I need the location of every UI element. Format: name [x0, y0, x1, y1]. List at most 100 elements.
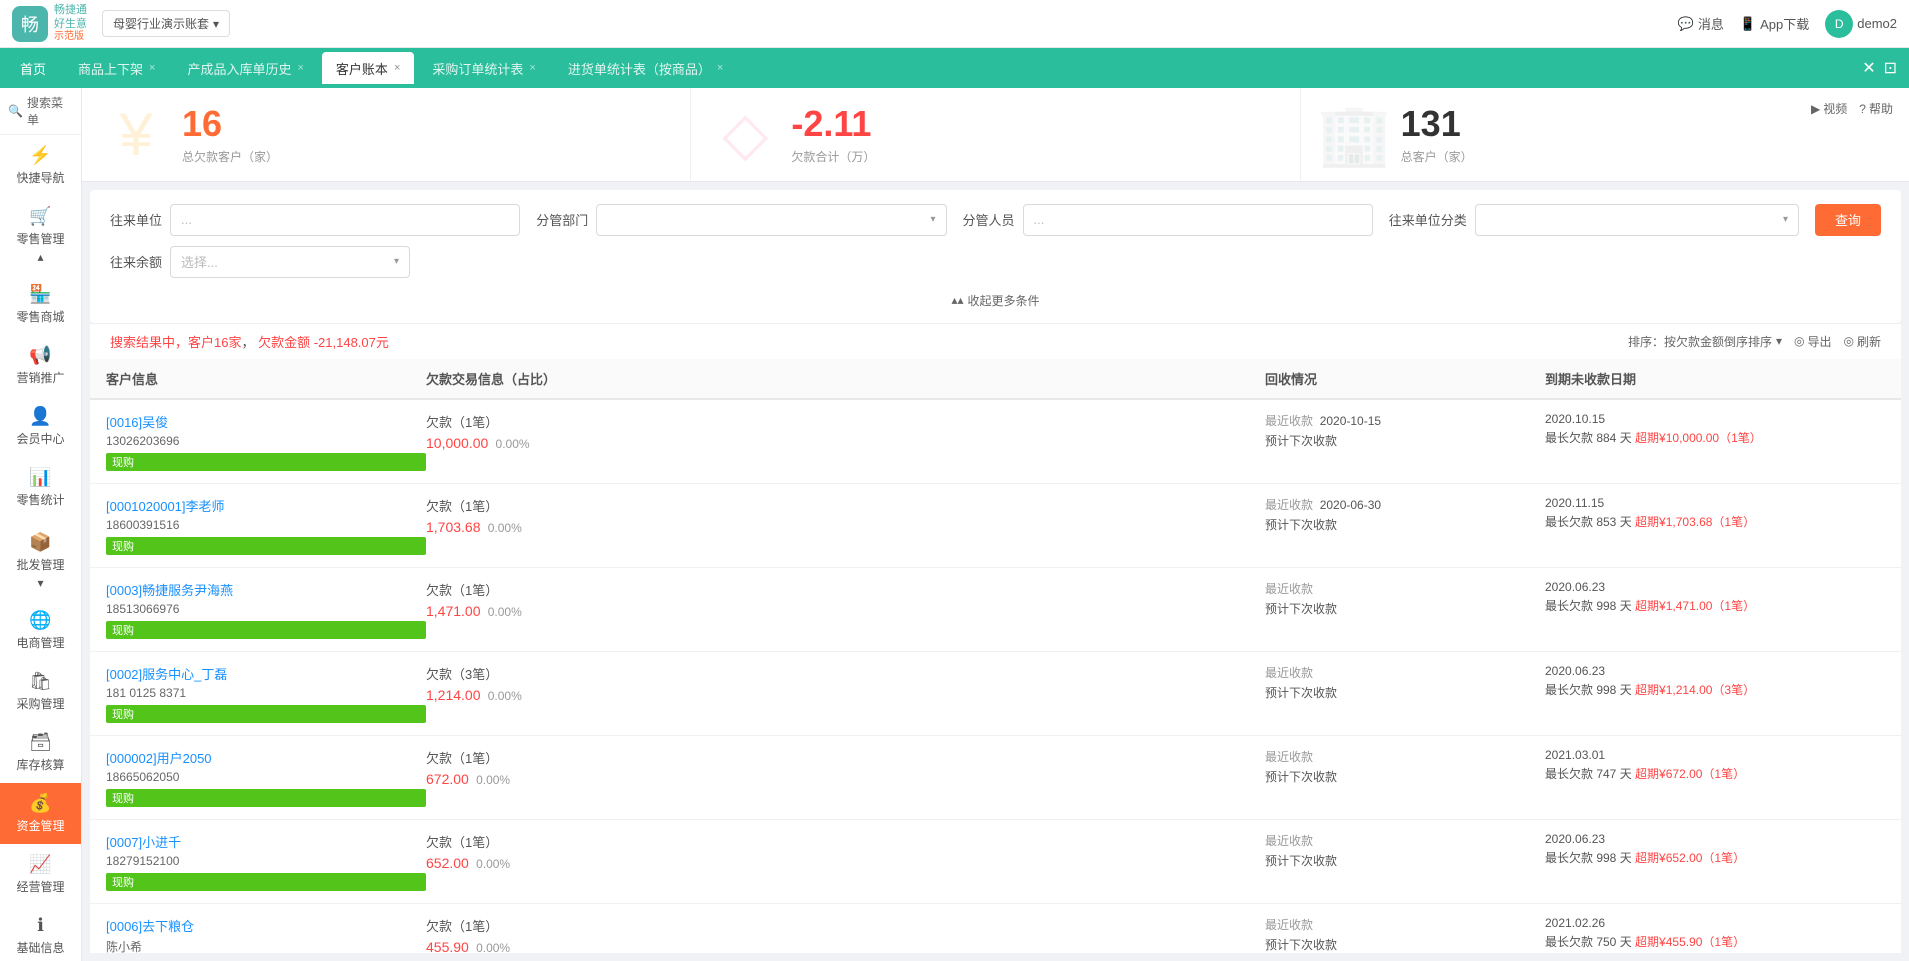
overdue-link[interactable]: 超期¥455.90（1笔） — [1635, 935, 1745, 949]
tab-product-history[interactable]: 产成品入库单历史 × — [173, 52, 317, 84]
customer-phone: 18600391516 — [106, 518, 426, 532]
customer-tag: 现购 — [106, 621, 426, 639]
sidebar-item-inventory[interactable]: 🗃 库存核算 — [0, 722, 81, 783]
stat-icon-diamond: ◇ — [715, 104, 775, 164]
customer-name-link[interactable]: [0007]小进千 — [106, 832, 426, 851]
sidebar-item-purchase-mgmt[interactable]: 🛍 采购管理 — [0, 661, 81, 722]
stat-label-debtors: 总欠款客户（家） — [182, 148, 278, 165]
sidebar-item-operations[interactable]: 📈 经营管理 — [0, 844, 81, 905]
close-icon[interactable]: × — [149, 62, 155, 74]
stat-card-total-debt: ◇ -2.11 欠款合计（万） — [691, 88, 1300, 181]
customer-tag: 现购 — [106, 873, 426, 891]
close-icon[interactable]: × — [297, 62, 303, 74]
video-button[interactable]: ▶ 视频 — [1811, 100, 1847, 117]
window-restore-button[interactable]: ✕ — [1862, 58, 1875, 78]
debt-count: 欠款（1笔） — [426, 412, 1265, 431]
refresh-button[interactable]: ◎ 刷新 — [1844, 333, 1882, 350]
chevron-down-icon: ▾ — [394, 256, 399, 267]
finance-icon: 💰 — [29, 793, 51, 814]
marketing-icon: 📢 — [29, 345, 51, 366]
retail-stats-icon: 📊 — [29, 467, 51, 488]
overdue-link[interactable]: 超期¥1,471.00（1笔） — [1635, 599, 1755, 613]
chevron-down-icon: ▾ — [213, 17, 219, 31]
debt-amount: 10,000.00 — [426, 435, 488, 451]
customer-phone: 18279152100 — [106, 854, 426, 868]
overdue-link[interactable]: 超期¥1,214.00（3笔） — [1635, 683, 1755, 697]
sidebar-item-marketing[interactable]: 📢 营销推广 — [0, 335, 81, 396]
debt-amount: 1,703.68 — [426, 519, 481, 535]
search-button[interactable]: 查询 — [1815, 204, 1881, 236]
customer-name-link[interactable]: [0003]畅捷服务尹海燕 — [106, 580, 426, 599]
help-icon: ? — [1859, 102, 1866, 116]
tab-purchase-stats[interactable]: 进货单统计表（按商品） × — [554, 52, 737, 84]
tab-purchase-order[interactable]: 采购订单统计表 × — [418, 52, 549, 84]
table-row: [0002]服务中心_丁磊 181 0125 8371 现购 欠款（3笔） 1,… — [90, 652, 1901, 736]
search-icon: 🔍 — [8, 104, 23, 118]
industry-selector[interactable]: 母婴行业演示账套 ▾ — [102, 10, 230, 37]
customer-info-cell: [0006]去下粮仓 陈小希 现购 — [106, 916, 426, 953]
unit-category-select[interactable]: ▾ — [1475, 204, 1799, 236]
debt-count: 欠款（1笔） — [426, 916, 1265, 935]
close-icon[interactable]: × — [529, 62, 535, 74]
sidebar-item-quick-nav[interactable]: ⚡ 快捷导航 — [0, 135, 81, 196]
sidebar-item-member-center[interactable]: 👤 会员中心 — [0, 396, 81, 457]
sort-button[interactable]: 排序：按欠款金额倒序排序 ▾ — [1628, 333, 1782, 350]
user-avatar[interactable]: D demo2 — [1825, 10, 1897, 38]
debt-amount: 1,214.00 — [426, 687, 481, 703]
customer-name-link[interactable]: [0016]吴俊 — [106, 412, 426, 431]
customer-phone: 18665062050 — [106, 770, 426, 784]
sidebar-item-retail-stats[interactable]: 📊 零售统计 — [0, 457, 81, 518]
collection-cell: 最近收款 预计下次收款 — [1265, 580, 1545, 617]
logo-area: 畅 畅捷通好生意 示范版 — [12, 4, 94, 42]
overdue-link[interactable]: 超期¥10,000.00（1笔） — [1635, 431, 1762, 445]
customer-info-cell: [0007]小进千 18279152100 现购 — [106, 832, 426, 891]
dept-select[interactable]: ▾ — [596, 204, 946, 236]
customer-unit-input[interactable]: ... — [170, 204, 520, 236]
window-maximize-button[interactable]: ⊡ — [1884, 58, 1897, 78]
overdue-link[interactable]: 超期¥652.00（1笔） — [1635, 851, 1745, 865]
customer-name-link[interactable]: [000002]用户2050 — [106, 748, 426, 767]
customer-info-cell: [0002]服务中心_丁磊 181 0125 8371 现购 — [106, 664, 426, 723]
sidebar-item-ecommerce[interactable]: 🌐 电商管理 — [0, 600, 81, 661]
debt-percent: 0.00% — [476, 941, 510, 953]
stat-number-total-customers: 131 — [1401, 104, 1473, 144]
avatar: D — [1825, 10, 1853, 38]
customer-tag: 现购 — [106, 537, 426, 555]
customer-name-link[interactable]: [0002]服务中心_丁磊 — [106, 664, 426, 683]
debt-percent: 0.00% — [476, 773, 510, 787]
close-icon[interactable]: × — [717, 62, 723, 74]
overdue-link[interactable]: 超期¥672.00（1笔） — [1635, 767, 1745, 781]
tab-home[interactable]: 首页 — [6, 52, 60, 84]
help-button[interactable]: ? 帮助 — [1859, 100, 1893, 117]
customer-name-link[interactable]: [0001020001]李老师 — [106, 496, 426, 515]
sidebar-item-basic-info[interactable]: ℹ 基础信息 — [0, 905, 81, 961]
app-download-button[interactable]: 📱 App下载 — [1740, 14, 1809, 33]
sidebar-item-wholesale-mgmt[interactable]: 📦 批发管理 ▾ — [0, 522, 81, 600]
balance-select[interactable]: 选择... ▾ — [170, 246, 410, 278]
collapse-filter-button[interactable]: ▴▴ 收起更多条件 — [110, 288, 1881, 313]
collection-cell: 最近收款 预计下次收款 — [1265, 664, 1545, 701]
customer-tag: 现购 — [106, 453, 426, 471]
tab-product-offline[interactable]: 商品上下架 × — [64, 52, 169, 84]
sidebar-item-retail-store[interactable]: 🏪 零售商城 — [0, 274, 81, 335]
overdue-link[interactable]: 超期¥1,703.68（1笔） — [1635, 515, 1755, 529]
customer-name-link[interactable]: [0006]去下粮仓 — [106, 916, 426, 935]
debt-info-cell: 欠款（1笔） 1,703.68 0.00% — [426, 496, 1265, 535]
export-button[interactable]: ◎ 导出 — [1794, 333, 1832, 350]
wholesale-icon: 📦 — [29, 532, 51, 553]
sidebar-item-finance[interactable]: 💰 资金管理 — [0, 783, 81, 844]
tab-customer-account[interactable]: 客户账本 × — [322, 52, 414, 84]
close-icon[interactable]: × — [394, 62, 400, 74]
stat-card-debtors: ¥ 16 总欠款客户（家） — [82, 88, 691, 181]
col-customer-info: 客户信息 — [106, 369, 426, 388]
filter-balance: 往来余额 选择... ▾ — [110, 246, 410, 278]
purchase-icon: 🛍 — [29, 671, 52, 692]
person-input[interactable]: ... — [1023, 204, 1373, 236]
overdue-cell: 2021.03.01 最长欠款 747 天 超期¥672.00（1笔） — [1545, 748, 1885, 782]
operations-icon: 📈 — [29, 854, 51, 875]
collection-cell: 最近收款 预计下次收款 — [1265, 748, 1545, 785]
sidebar-item-retail-mgmt[interactable]: 🛒 零售管理 ▴ — [0, 196, 81, 274]
message-icon: 💬 — [1678, 16, 1694, 32]
message-button[interactable]: 💬 消息 — [1678, 14, 1724, 33]
search-menu-button[interactable]: 🔍 搜索菜单 — [0, 88, 81, 135]
